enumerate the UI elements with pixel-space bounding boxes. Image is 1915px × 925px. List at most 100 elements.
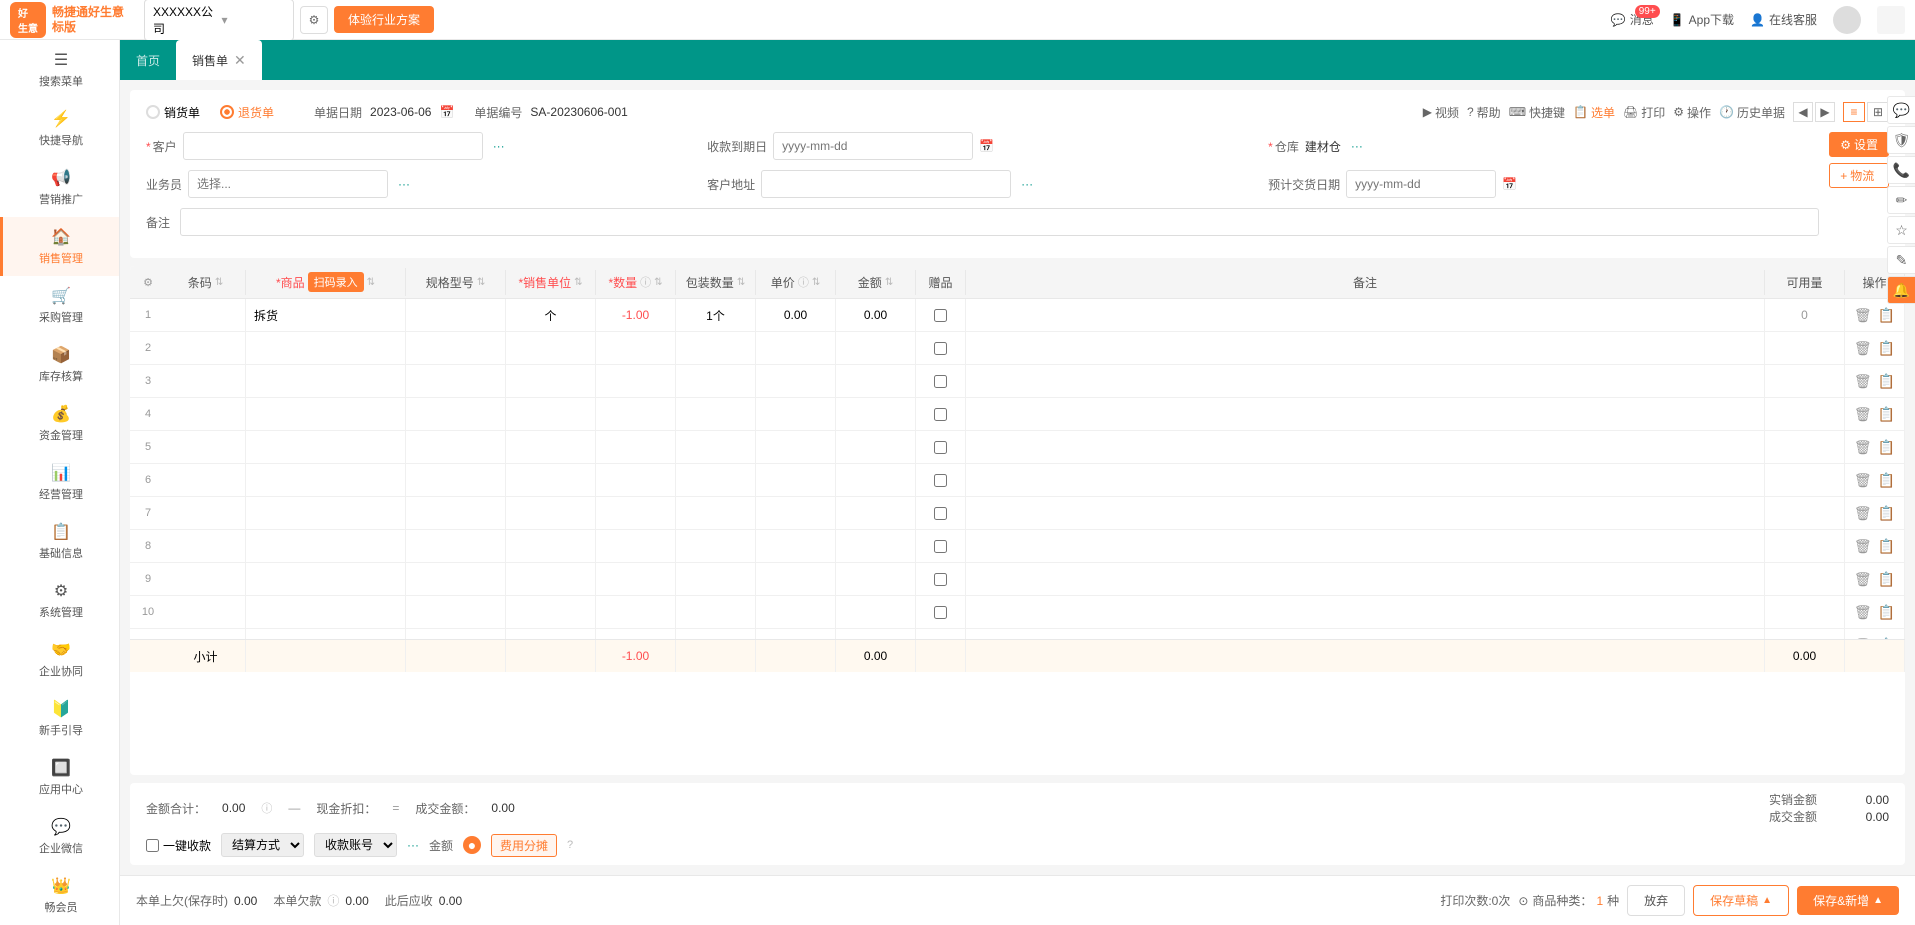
logistics-chip[interactable]: + 物流	[1829, 163, 1889, 188]
pkgqty-input[interactable]	[680, 539, 751, 553]
remark-input[interactable]	[970, 308, 1760, 322]
unit-input[interactable]	[510, 341, 591, 355]
spec-input[interactable]	[410, 341, 501, 355]
pkgqty-input[interactable]	[680, 308, 751, 322]
pkgqty-input[interactable]	[680, 638, 751, 639]
delete-row-btn[interactable]: 🗑	[1854, 604, 1872, 621]
salesperson-dots-btn[interactable]: ···	[394, 177, 414, 191]
spec-input[interactable]	[410, 572, 501, 586]
customer-input[interactable]	[183, 132, 483, 160]
copy-row-btn[interactable]: 📋	[1878, 472, 1895, 489]
spec-input[interactable]	[410, 407, 501, 421]
sidebar-item-operations[interactable]: 📊 经营管理	[0, 453, 119, 512]
payment-due-input[interactable]	[773, 132, 973, 160]
gift-checkbox[interactable]	[920, 540, 961, 553]
gift-checkbox[interactable]	[920, 573, 961, 586]
delete-row-btn[interactable]: 🗑	[1854, 571, 1872, 588]
copy-row-btn[interactable]: 📋	[1878, 307, 1895, 324]
delete-row-btn[interactable]: 🗑	[1854, 307, 1872, 324]
messages-button[interactable]: 💬 消息 99+	[1611, 11, 1654, 28]
unit-input[interactable]	[510, 308, 591, 322]
user-extra-btn[interactable]	[1877, 6, 1905, 34]
customer-dots-btn[interactable]: ···	[489, 139, 509, 153]
amount-input[interactable]	[840, 572, 911, 586]
unit-input[interactable]	[510, 374, 591, 388]
price-input[interactable]	[760, 341, 831, 355]
payment-due-calendar-icon[interactable]: 📅	[979, 139, 994, 153]
remark-input[interactable]	[970, 539, 1760, 553]
copy-row-btn[interactable]: 📋	[1878, 406, 1895, 423]
sidebar-item-quicknav[interactable]: ⚡ 快捷导航	[0, 99, 119, 158]
onepay-checkbox[interactable]: 一键收款	[146, 837, 211, 854]
sidebar-item-collab[interactable]: 🤝 企业协同	[0, 630, 119, 689]
product-input[interactable]	[250, 341, 401, 355]
sidebar-item-member[interactable]: 👑 畅会员	[0, 866, 119, 925]
qty-input[interactable]	[600, 572, 671, 586]
barcode-input[interactable]	[170, 440, 241, 454]
sort-amount-icon[interactable]: ⇅	[885, 277, 893, 288]
view-grid-btn[interactable]: ⊞	[1867, 102, 1889, 122]
sidebar-item-purchase[interactable]: 🛒 采购管理	[0, 276, 119, 335]
address-dots-btn[interactable]: ···	[1017, 177, 1037, 191]
price-input[interactable]	[760, 605, 831, 619]
shortcut-btn[interactable]: ⌨ 快捷键	[1509, 104, 1565, 121]
onepay-check[interactable]	[146, 839, 159, 852]
remarks-input[interactable]	[180, 208, 1819, 236]
add-button[interactable]: ●	[463, 836, 481, 854]
barcode-input[interactable]	[170, 473, 241, 487]
fee-split-button[interactable]: 费用分摊	[491, 834, 557, 857]
sidebar-item-apps[interactable]: 🔲 应用中心	[0, 748, 119, 807]
unit-input[interactable]	[510, 605, 591, 619]
barcode-input[interactable]	[170, 308, 241, 322]
remark-input[interactable]	[970, 341, 1760, 355]
product-input[interactable]	[250, 308, 401, 322]
help-btn[interactable]: ? 帮助	[1467, 104, 1501, 121]
copy-row-btn[interactable]: 📋	[1878, 604, 1895, 621]
qty-info-icon[interactable]: ⓘ	[640, 274, 651, 290]
copy-row-btn[interactable]: 📋	[1878, 637, 1895, 640]
copy-row-btn[interactable]: 📋	[1878, 505, 1895, 522]
qty-input[interactable]	[600, 473, 671, 487]
gift-checkbox[interactable]	[920, 408, 961, 421]
product-input[interactable]	[250, 539, 401, 553]
trial-button[interactable]: 体验行业方案	[334, 6, 434, 33]
price-input[interactable]	[760, 572, 831, 586]
product-input[interactable]	[250, 638, 401, 639]
pkgqty-input[interactable]	[680, 506, 751, 520]
discard-button[interactable]: 放弃	[1627, 885, 1685, 916]
unit-input[interactable]	[510, 407, 591, 421]
company-select[interactable]: XXXXXX公司 ▾	[144, 0, 294, 41]
remark-input[interactable]	[970, 572, 1760, 586]
amount-input[interactable]	[840, 407, 911, 421]
account-dots-btn[interactable]: ···	[407, 838, 419, 852]
amount-input[interactable]	[840, 539, 911, 553]
remark-input[interactable]	[970, 605, 1760, 619]
price-input[interactable]	[760, 539, 831, 553]
tab-home[interactable]: 首页	[120, 40, 176, 80]
amount-input[interactable]	[840, 506, 911, 520]
unit-input[interactable]	[510, 473, 591, 487]
salesperson-input[interactable]	[188, 170, 388, 198]
product-input[interactable]	[250, 605, 401, 619]
chooselist-btn[interactable]: 📋 选单	[1573, 104, 1615, 121]
product-input[interactable]	[250, 407, 401, 421]
barcode-input[interactable]	[170, 572, 241, 586]
amount-input[interactable]	[840, 605, 911, 619]
barcode-input[interactable]	[170, 605, 241, 619]
sort-pkgqty-icon[interactable]: ⇅	[737, 277, 745, 288]
rf-notification-btn[interactable]: 🔔	[1887, 276, 1915, 304]
spec-input[interactable]	[410, 308, 501, 322]
delete-row-btn[interactable]: 🗑	[1854, 340, 1872, 357]
pkgqty-input[interactable]	[680, 473, 751, 487]
spec-input[interactable]	[410, 506, 501, 520]
sidebar-item-basicinfo[interactable]: 📋 基础信息	[0, 512, 119, 571]
pkgqty-input[interactable]	[680, 407, 751, 421]
history-btn[interactable]: 🕐 历史单据	[1719, 104, 1785, 121]
sort-qty-icon[interactable]: ⇅	[654, 277, 662, 288]
copy-row-btn[interactable]: 📋	[1878, 340, 1895, 357]
settlement-select[interactable]: 结算方式	[221, 833, 304, 857]
pkgqty-input[interactable]	[680, 341, 751, 355]
delivery-calendar-icon[interactable]: 📅	[1502, 177, 1517, 191]
sort-barcode-icon[interactable]: ⇅	[215, 277, 223, 288]
barcode-input[interactable]	[170, 539, 241, 553]
